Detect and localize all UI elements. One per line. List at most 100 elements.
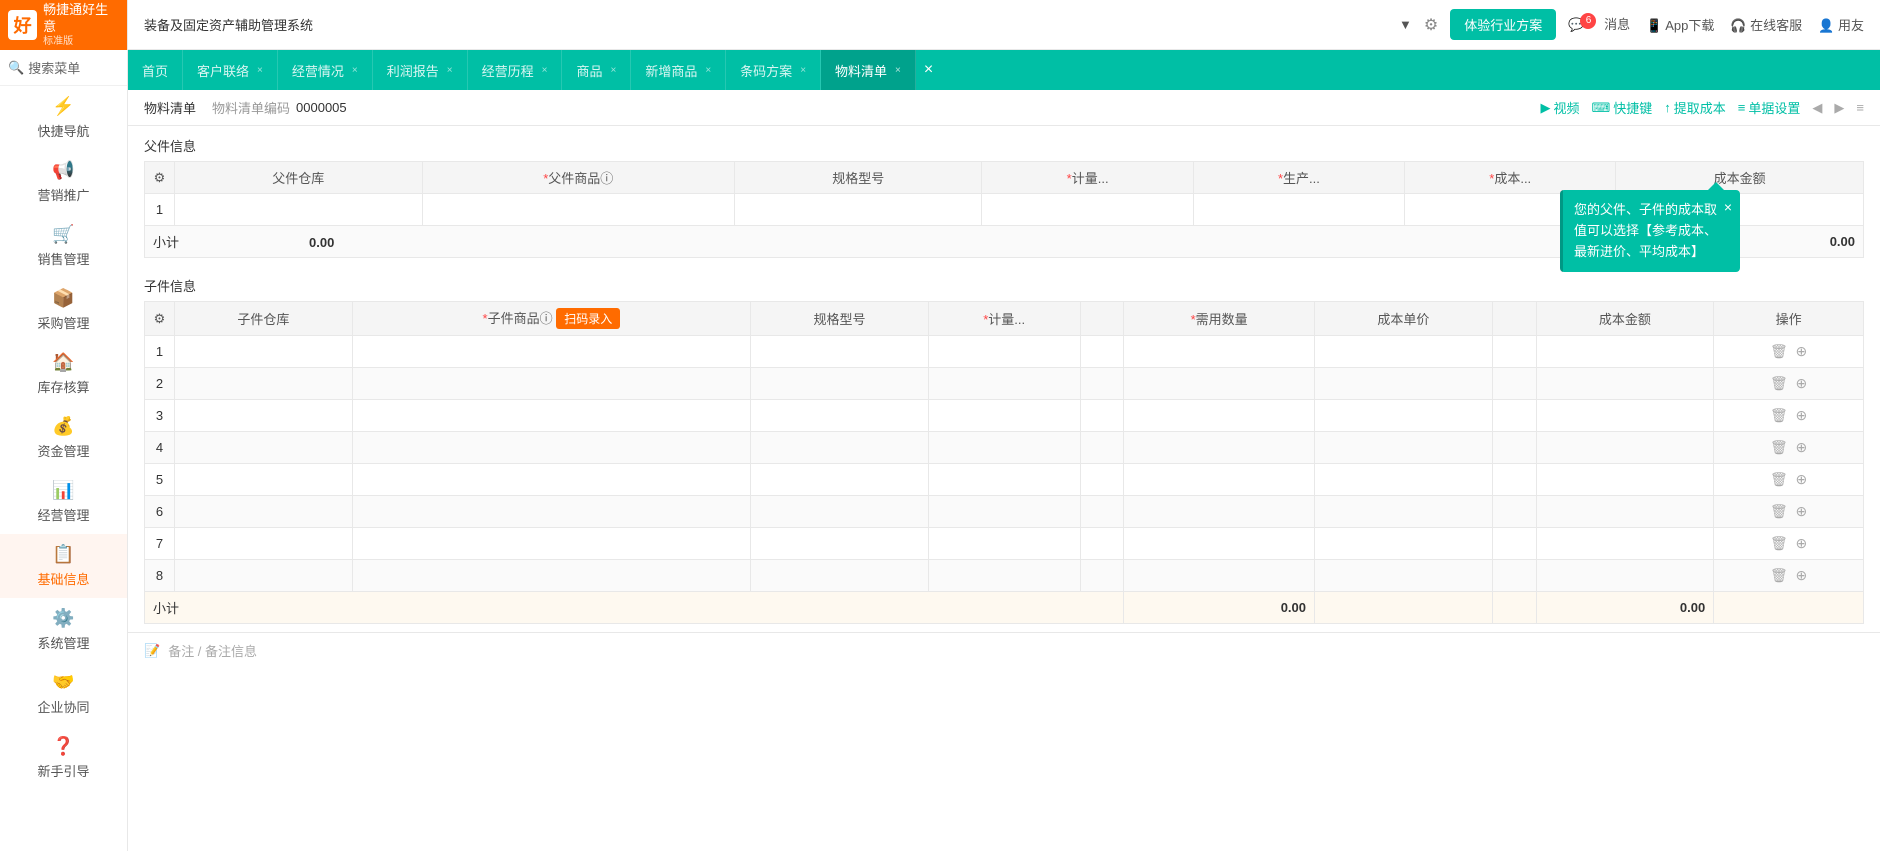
nav-arrow-left[interactable]: ◀ [1812,100,1822,116]
child-extra-4[interactable] [1080,432,1124,464]
th-settings[interactable]: ⚙ [145,162,175,194]
sidebar-item-guide[interactable]: ❓ 新手引导 [0,726,127,790]
child-warehouse-4[interactable] [175,432,353,464]
child-extra2-8[interactable] [1492,560,1536,592]
parent-spec-1[interactable] [734,194,982,226]
child-qty-7[interactable] [1124,528,1315,560]
parent-unit-1[interactable] [982,194,1193,226]
child-delete-btn-1[interactable]: 🗑 [1768,343,1790,360]
tab-customer[interactable]: 客户联络× [183,50,278,90]
child-delete-btn-2[interactable]: 🗑 [1768,375,1790,392]
child-extra-6[interactable] [1080,496,1124,528]
child-delete-btn-3[interactable]: 🗑 [1768,407,1790,424]
sidebar-item-marketing[interactable]: 📢 营销推广 [0,150,127,214]
child-unit-cost-1[interactable] [1315,336,1493,368]
child-product-5[interactable] [352,464,750,496]
child-warehouse-2[interactable] [175,368,353,400]
single-settings-btn[interactable]: ≡ 单据设置 [1738,98,1801,117]
child-qty-1[interactable] [1124,336,1315,368]
child-extra2-5[interactable] [1492,464,1536,496]
child-extra2-3[interactable] [1492,400,1536,432]
child-unit-cost-3[interactable] [1315,400,1493,432]
child-warehouse-8[interactable] [175,560,353,592]
sidebar-item-inventory[interactable]: 🏠 库存核算 [0,342,127,406]
child-unit-2[interactable] [928,368,1080,400]
user-avatar[interactable]: 👤 用友 [1818,15,1864,34]
tab-new-product[interactable]: 新增商品× [631,50,726,90]
child-warehouse-1[interactable] [175,336,353,368]
message-btn[interactable]: 💬6 消息 [1568,14,1630,35]
child-unit-6[interactable] [928,496,1080,528]
child-unit-cost-5[interactable] [1315,464,1493,496]
child-unit-cost-2[interactable] [1315,368,1493,400]
tab-customer-close[interactable]: × [257,65,263,76]
child-unit-cost-4[interactable] [1315,432,1493,464]
tab-bom[interactable]: 物料清单× [821,50,916,90]
close-all-tabs[interactable]: × [916,50,941,90]
child-product-8[interactable] [352,560,750,592]
child-warehouse-7[interactable] [175,528,353,560]
tab-product-close[interactable]: × [610,65,616,76]
child-copy-btn-4[interactable]: ⊕ [1793,439,1809,456]
child-delete-btn-4[interactable]: 🗑 [1768,439,1790,456]
child-qty-3[interactable] [1124,400,1315,432]
child-spec-2[interactable] [751,368,929,400]
child-spec-5[interactable] [751,464,929,496]
system-dropdown[interactable]: ▼ [1399,17,1412,32]
tab-profit-close[interactable]: × [447,65,453,76]
child-product-6[interactable] [352,496,750,528]
child-delete-btn-7[interactable]: 🗑 [1768,535,1790,552]
child-extra-1[interactable] [1080,336,1124,368]
child-product-3[interactable] [352,400,750,432]
child-extra2-4[interactable] [1492,432,1536,464]
tab-bom-close[interactable]: × [895,65,901,76]
child-unit-5[interactable] [928,464,1080,496]
sidebar-item-search[interactable]: 🔍 搜索菜单 [0,50,127,86]
child-extra2-1[interactable] [1492,336,1536,368]
child-unit-1[interactable] [928,336,1080,368]
child-unit-cost-8[interactable] [1315,560,1493,592]
sidebar-item-quick-nav[interactable]: ⚡ 快捷导航 [0,86,127,150]
tab-barcode-close[interactable]: × [800,65,806,76]
tab-history-close[interactable]: × [542,65,548,76]
child-copy-btn-7[interactable]: ⊕ [1793,535,1809,552]
child-product-2[interactable] [352,368,750,400]
child-qty-6[interactable] [1124,496,1315,528]
child-delete-btn-8[interactable]: 🗑 [1768,567,1790,584]
child-copy-btn-3[interactable]: ⊕ [1793,407,1809,424]
child-unit-cost-6[interactable] [1315,496,1493,528]
child-qty-2[interactable] [1124,368,1315,400]
scan-input-btn[interactable]: 扫码录入 [556,308,620,329]
tab-product[interactable]: 商品× [562,50,631,90]
video-btn[interactable]: ▶ 视频 [1540,98,1579,117]
child-extra2-2[interactable] [1492,368,1536,400]
tab-new-product-close[interactable]: × [705,65,711,76]
child-delete-btn-5[interactable]: 🗑 [1768,471,1790,488]
child-extra2-6[interactable] [1492,496,1536,528]
sidebar-item-enterprise[interactable]: 🤝 企业协同 [0,662,127,726]
online-service-btn[interactable]: 🎧 在线客服 [1730,15,1802,34]
child-unit-4[interactable] [928,432,1080,464]
child-qty-8[interactable] [1124,560,1315,592]
child-copy-btn-6[interactable]: ⊕ [1793,503,1809,520]
sidebar-item-purchase[interactable]: 📦 采购管理 [0,278,127,342]
tab-barcode[interactable]: 条码方案× [726,50,821,90]
tab-operations[interactable]: 经营情况× [278,50,373,90]
settings-icon[interactable]: ⚙ [1424,15,1438,35]
child-unit-3[interactable] [928,400,1080,432]
child-product-1[interactable] [352,336,750,368]
ch-th-settings[interactable]: ⚙ [145,302,175,336]
tab-profit[interactable]: 利润报告× [373,50,468,90]
child-spec-6[interactable] [751,496,929,528]
child-delete-btn-6[interactable]: 🗑 [1768,503,1790,520]
child-qty-4[interactable] [1124,432,1315,464]
child-spec-7[interactable] [751,528,929,560]
hotkey-btn[interactable]: ⌨ 快捷键 [1592,98,1653,117]
extract-cost-btn[interactable]: ↑ 提取成本 [1664,98,1726,117]
child-product-4[interactable] [352,432,750,464]
child-copy-btn-5[interactable]: ⊕ [1793,471,1809,488]
child-copy-btn-8[interactable]: ⊕ [1793,567,1809,584]
parent-warehouse-1[interactable] [175,194,423,226]
child-extra-7[interactable] [1080,528,1124,560]
child-extra-8[interactable] [1080,560,1124,592]
